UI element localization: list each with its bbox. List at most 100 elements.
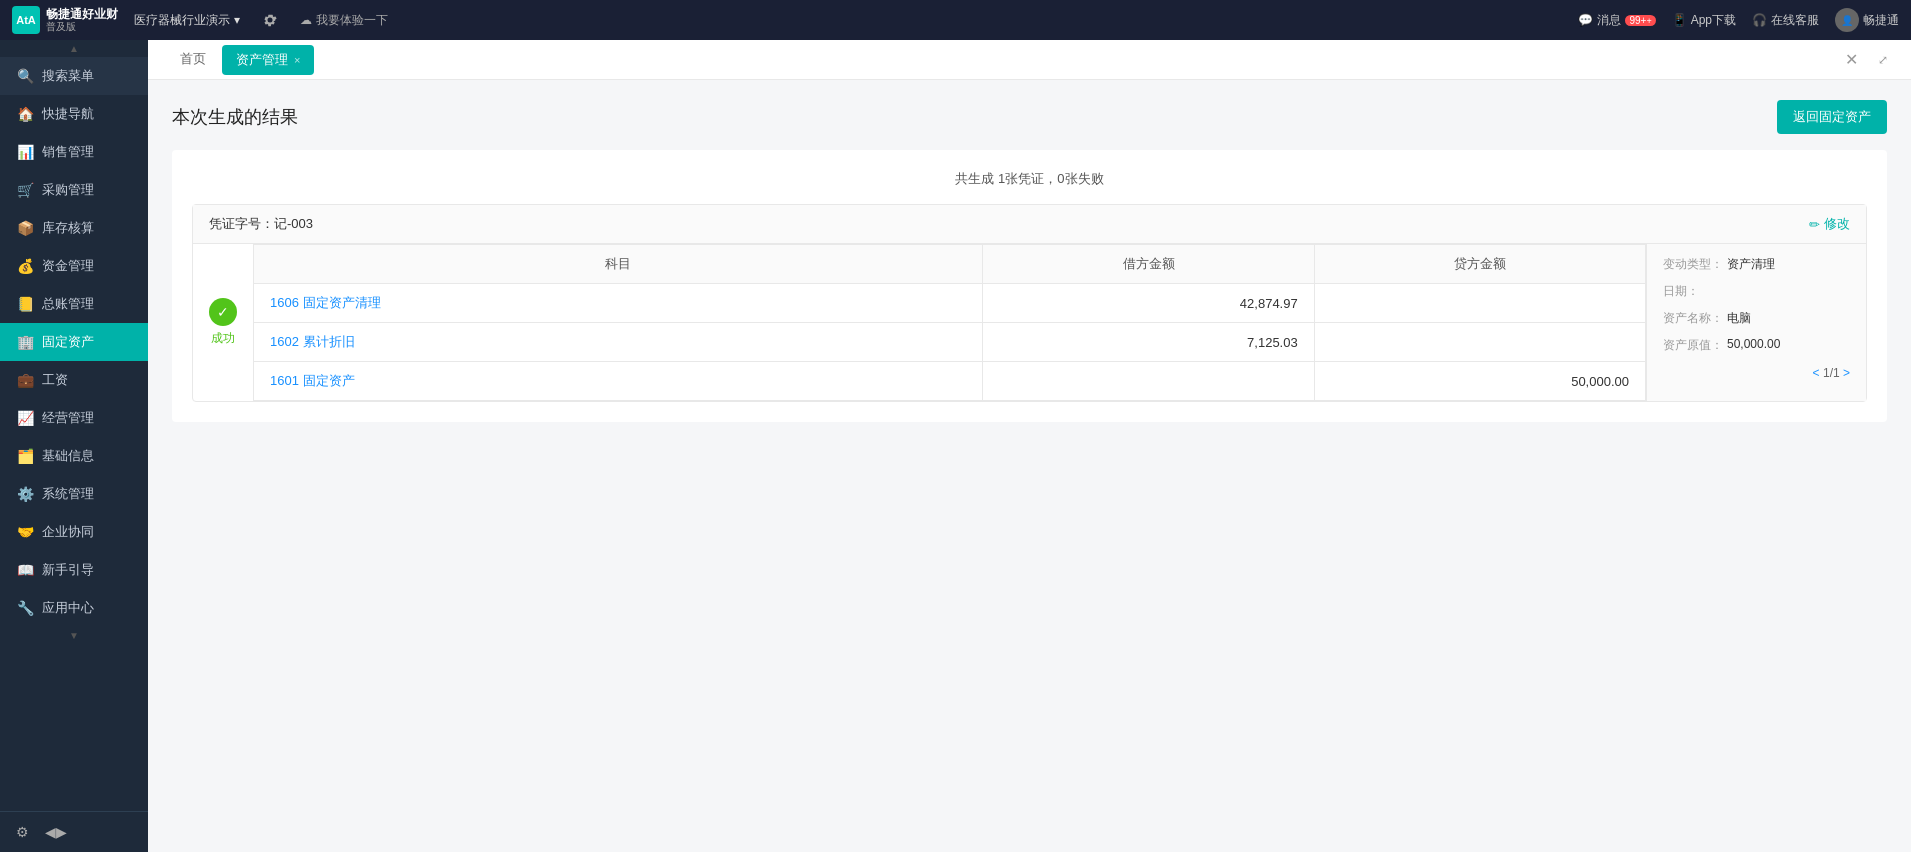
sidebar: ▲ 🔍 搜索菜单 🏠 快捷导航 📊 销售管理 🛒 采购管理 📦 库存核算 💰 资… (0, 40, 148, 852)
row1-subject: 1606 固定资产清理 (254, 284, 983, 323)
sidebar-item-guide[interactable]: 📖 新手引导 (0, 551, 148, 589)
row3-debit (983, 362, 1314, 401)
guide-icon: 📖 (16, 561, 34, 579)
sidebar-item-basic-info[interactable]: 🗂️ 基础信息 (0, 437, 148, 475)
sidebar-item-purchase[interactable]: 🛒 采购管理 (0, 171, 148, 209)
sidebar-item-label: 企业协同 (42, 523, 94, 541)
sidebar-item-label: 新手引导 (42, 561, 94, 579)
tab-active-label: 资产管理 (236, 51, 288, 69)
row1-subject-link[interactable]: 1606 固定资产清理 (270, 295, 381, 310)
customer-service-label: 在线客服 (1771, 12, 1819, 29)
row3-subject: 1601 固定资产 (254, 362, 983, 401)
sidebar-item-app-center[interactable]: 🔧 应用中心 (0, 589, 148, 627)
app-logo-text: 畅捷通好业财 普及版 (46, 7, 118, 33)
page-content: 本次生成的结果 返回固定资产 共生成 1张凭证，0张失败 凭证字号：记-003 … (148, 80, 1911, 852)
sidebar-scroll-up[interactable]: ▲ (0, 40, 148, 57)
app-logo-icon: AtA (12, 6, 40, 34)
asset-original-value: 50,000.00 (1727, 337, 1780, 354)
prev-page-button[interactable]: < (1813, 366, 1820, 380)
company-selector[interactable]: 医疗器械行业演示 ▾ (126, 10, 248, 31)
system-icon: ⚙️ (16, 485, 34, 503)
sidebar-settings-button[interactable]: ⚙ (12, 820, 33, 844)
result-summary: 共生成 1张凭证，0张失败 (192, 170, 1867, 188)
sidebar-item-label: 库存核算 (42, 219, 94, 237)
messages-button[interactable]: 💬 消息 99++ (1578, 12, 1655, 29)
sidebar-item-label: 固定资产 (42, 333, 94, 351)
edit-button[interactable]: ✏ 修改 (1809, 215, 1850, 233)
company-settings-button[interactable] (256, 6, 284, 34)
salary-icon: 💼 (16, 371, 34, 389)
asset-name-row: 资产名称： 电脑 (1663, 310, 1850, 327)
sidebar-item-system[interactable]: ⚙️ 系统管理 (0, 475, 148, 513)
sidebar-item-operation[interactable]: 📈 经营管理 (0, 399, 148, 437)
app-logo: AtA 畅捷通好业财 普及版 (12, 6, 118, 34)
change-type-label: 变动类型： (1663, 256, 1723, 273)
sidebar-item-label: 快捷导航 (42, 105, 94, 123)
enterprise-icon: 🤝 (16, 523, 34, 541)
sidebar-item-label: 基础信息 (42, 447, 94, 465)
basic-info-icon: 🗂️ (16, 447, 34, 465)
row2-subject-link[interactable]: 1602 累计折旧 (270, 334, 355, 349)
sidebar-item-enterprise[interactable]: 🤝 企业协同 (0, 513, 148, 551)
inventory-icon: 📦 (16, 219, 34, 237)
app-version: 普及版 (46, 21, 118, 33)
maximize-window-button[interactable]: ⤢ (1871, 48, 1895, 72)
col-credit: 贷方金额 (1314, 245, 1645, 284)
app-center-icon: 🔧 (16, 599, 34, 617)
sidebar-item-fixed-assets[interactable]: 🏢 固定资产 (0, 323, 148, 361)
pagination: < 1/1 > (1663, 366, 1850, 380)
row1-credit (1314, 284, 1645, 323)
purchase-icon: 🛒 (16, 181, 34, 199)
table-row: 1602 累计折旧 7,125.03 (254, 323, 1646, 362)
sidebar-item-sales[interactable]: 📊 销售管理 (0, 133, 148, 171)
sidebar-item-search[interactable]: 🔍 搜索菜单 (0, 57, 148, 95)
success-text: 成功 (211, 330, 235, 347)
experience-button[interactable]: ☁ 我要体验一下 (292, 10, 396, 31)
sidebar-item-label: 应用中心 (42, 599, 94, 617)
asset-name-value: 电脑 (1727, 310, 1751, 327)
app-download-button[interactable]: 📱 App下载 (1672, 12, 1736, 29)
user-menu[interactable]: 👤 畅捷通 (1835, 8, 1899, 32)
date-row: 日期： (1663, 283, 1850, 300)
maximize-icon: ⤢ (1878, 53, 1888, 67)
tab-asset-management[interactable]: 资产管理 × (222, 45, 314, 75)
messages-icon: 💬 (1578, 13, 1593, 27)
experience-label: 我要体验一下 (316, 12, 388, 29)
sidebar-item-label: 资金管理 (42, 257, 94, 275)
sidebar-collapse-button[interactable]: ◀▶ (41, 820, 71, 844)
sidebar-item-ledger[interactable]: 📒 总账管理 (0, 285, 148, 323)
tab-home[interactable]: 首页 (164, 42, 222, 78)
date-label: 日期： (1663, 283, 1719, 300)
sidebar-item-label: 搜索菜单 (42, 67, 94, 85)
app-download-label: App下载 (1691, 12, 1736, 29)
return-button[interactable]: 返回固定资产 (1777, 100, 1887, 134)
sidebar-item-inventory[interactable]: 📦 库存核算 (0, 209, 148, 247)
next-page-button[interactable]: > (1843, 366, 1850, 380)
sidebar-item-label: 系统管理 (42, 485, 94, 503)
sidebar-scroll-down[interactable]: ▼ (0, 627, 148, 644)
row2-debit: 7,125.03 (983, 323, 1314, 362)
user-name: 畅捷通 (1863, 12, 1899, 29)
sidebar-item-salary[interactable]: 💼 工资 (0, 361, 148, 399)
top-header: AtA 畅捷通好业财 普及版 医疗器械行业演示 ▾ ☁ 我要体验一下 💬 消息 … (0, 0, 1911, 40)
content-area: 首页 资产管理 × ✕ ⤢ 本次生成的结果 返回固定资产 (148, 40, 1911, 852)
row3-subject-link[interactable]: 1601 固定资产 (270, 373, 355, 388)
change-type-row: 变动类型： 资产清理 (1663, 256, 1850, 273)
close-window-button[interactable]: ✕ (1839, 48, 1863, 72)
customer-service-button[interactable]: 🎧 在线客服 (1752, 12, 1819, 29)
sidebar-item-quick-nav[interactable]: 🏠 快捷导航 (0, 95, 148, 133)
status-cell: ✓ 成功 (193, 244, 253, 401)
col-debit: 借方金额 (983, 245, 1314, 284)
sidebar-item-label: 工资 (42, 371, 68, 389)
row1-debit: 42,874.97 (983, 284, 1314, 323)
messages-badge: 99++ (1625, 15, 1655, 26)
voucher-body: ✓ 成功 科目 (193, 244, 1866, 401)
row3-credit: 50,000.00 (1314, 362, 1645, 401)
table-row: 1601 固定资产 50,000.00 (254, 362, 1646, 401)
tab-close-button[interactable]: × (294, 54, 300, 66)
success-circle: ✓ (209, 298, 237, 326)
tab-home-label: 首页 (180, 50, 206, 68)
customer-service-icon: 🎧 (1752, 13, 1767, 27)
sidebar-item-finance[interactable]: 💰 资金管理 (0, 247, 148, 285)
search-icon: 🔍 (16, 67, 34, 85)
